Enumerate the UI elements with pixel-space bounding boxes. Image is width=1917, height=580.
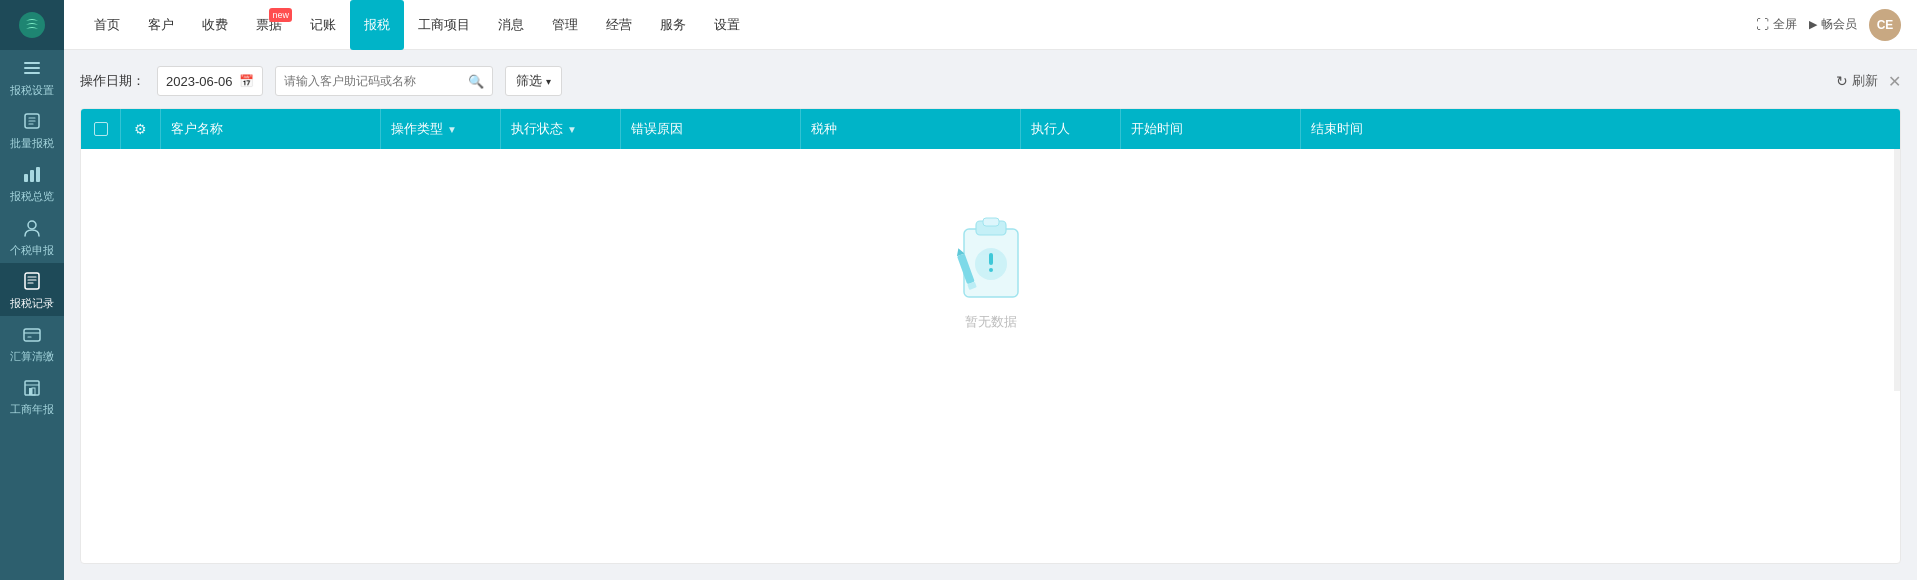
select-all-checkbox[interactable]: [94, 122, 108, 136]
svg-rect-1: [24, 62, 40, 64]
building-icon: [22, 377, 42, 400]
svg-rect-10: [24, 329, 40, 341]
svg-rect-5: [24, 174, 28, 182]
date-value: 2023-06-06: [166, 74, 233, 89]
play-icon: ▶: [1809, 18, 1817, 31]
svg-point-0: [19, 12, 45, 38]
nav-fuwu[interactable]: 服务: [646, 0, 700, 50]
svg-rect-19: [989, 268, 993, 272]
sidebar-item-geshuishenbao[interactable]: 个税申报: [0, 210, 64, 263]
app-logo: [0, 0, 64, 50]
nav-jingying[interactable]: 经营: [592, 0, 646, 50]
nav-shezhi[interactable]: 设置: [700, 0, 754, 50]
payment-icon: [22, 324, 42, 347]
nav-baoshui[interactable]: 报税: [350, 0, 404, 50]
sidebar-item-baoshui-zonlan[interactable]: 报税总览: [0, 156, 64, 209]
user-avatar[interactable]: CE: [1869, 9, 1901, 41]
svg-rect-3: [24, 72, 40, 74]
sidebar-item-baoshui-shezhi[interactable]: 报税设置: [0, 50, 64, 103]
search-icon[interactable]: 🔍: [468, 74, 484, 89]
table-container: ⚙ 客户名称 操作类型 ▼ 执行状态 ▼ 错误原因 税种: [80, 108, 1901, 564]
search-input[interactable]: [284, 74, 464, 88]
nav-piaoju[interactable]: 票据 new: [242, 0, 296, 50]
topnav-right: ⛶ 全屏 ▶ 畅会员 CE: [1756, 9, 1901, 41]
th-tax-type: 税种: [801, 109, 1021, 149]
sidebar-item-label: 报税总览: [10, 190, 54, 203]
member-button[interactable]: ▶ 畅会员: [1809, 16, 1857, 33]
date-picker[interactable]: 2023-06-06 📅: [157, 66, 263, 96]
sidebar-item-baoshui-jilu[interactable]: 报税记录: [0, 263, 64, 316]
fullscreen-button[interactable]: ⛶ 全屏: [1756, 16, 1797, 33]
sidebar-item-label: 批量报税: [10, 137, 54, 150]
person-icon: [22, 218, 42, 241]
nav-jizhang[interactable]: 记账: [296, 0, 350, 50]
th-checkbox[interactable]: [81, 109, 121, 149]
sidebar: 报税设置 批量报税 报税总览 个税申报 报税记录 汇算清缴 工商: [0, 0, 64, 580]
svg-rect-6: [30, 170, 34, 182]
table-body: 暂无数据: [81, 149, 1900, 391]
sidebar-item-gongshang-nianbao[interactable]: 工商年报: [0, 369, 64, 422]
content-area: 操作日期： 2023-06-06 📅 🔍 筛选 ▾ ↻ 刷新 ✕: [64, 50, 1917, 580]
filter-button[interactable]: 筛选 ▾: [505, 66, 562, 96]
batch-icon: [22, 111, 42, 134]
th-customer-name: 客户名称: [161, 109, 381, 149]
sidebar-item-huisuan-jiaona[interactable]: 汇算清缴: [0, 316, 64, 369]
th-start-time: 开始时间: [1121, 109, 1301, 149]
svg-rect-18: [989, 253, 993, 265]
toolbar: 操作日期： 2023-06-06 📅 🔍 筛选 ▾ ↻ 刷新 ✕: [80, 66, 1901, 96]
overview-icon: [22, 164, 42, 187]
empty-state: 暂无数据: [81, 149, 1900, 391]
sidebar-item-piliang-baoshui[interactable]: 批量报税: [0, 103, 64, 156]
empty-illustration: [946, 209, 1036, 309]
sidebar-item-label: 工商年报: [10, 403, 54, 416]
gear-icon: ⚙: [134, 121, 147, 137]
main-area: 首页 客户 收费 票据 new 记账 报税 工商项目 消息 管理 经营 服务 设…: [64, 0, 1917, 580]
th-error-reason: 错误原因: [621, 109, 801, 149]
calendar-icon: 📅: [239, 74, 254, 88]
refresh-icon: ↻: [1836, 73, 1848, 89]
empty-text: 暂无数据: [965, 313, 1017, 331]
close-button[interactable]: ✕: [1888, 72, 1901, 91]
refresh-button[interactable]: ↻ 刷新: [1836, 72, 1878, 90]
new-badge: new: [269, 8, 292, 22]
svg-rect-13: [32, 388, 35, 395]
date-label: 操作日期：: [80, 72, 145, 90]
filter-label: 筛选: [516, 72, 542, 90]
fullscreen-icon: ⛶: [1756, 17, 1769, 32]
sort-icon: ▼: [447, 124, 457, 135]
nav-guanli[interactable]: 管理: [538, 0, 592, 50]
svg-rect-16: [983, 218, 999, 226]
th-executor: 执行人: [1021, 109, 1121, 149]
settings-icon: [22, 58, 42, 81]
th-settings[interactable]: ⚙: [121, 109, 161, 149]
sidebar-item-label: 个税申报: [10, 244, 54, 257]
svg-rect-2: [24, 67, 40, 69]
sidebar-item-label: 汇算清缴: [10, 350, 54, 363]
nav-customer[interactable]: 客户: [134, 0, 188, 50]
svg-rect-9: [25, 273, 39, 289]
nav-homepage[interactable]: 首页: [80, 0, 134, 50]
nav-gongshang-xiangmu[interactable]: 工商项目: [404, 0, 484, 50]
chevron-down-icon: ▾: [546, 76, 551, 87]
nav-xiaoxi[interactable]: 消息: [484, 0, 538, 50]
sidebar-item-label: 报税设置: [10, 84, 54, 97]
table-header: ⚙ 客户名称 操作类型 ▼ 执行状态 ▼ 错误原因 税种: [81, 109, 1900, 149]
sort-icon: ▼: [567, 124, 577, 135]
th-operation-type: 操作类型 ▼: [381, 109, 501, 149]
scrollbar-track[interactable]: [1894, 149, 1900, 391]
svg-rect-7: [36, 167, 40, 182]
th-exec-status: 执行状态 ▼: [501, 109, 621, 149]
toolbar-right: ↻ 刷新 ✕: [1836, 72, 1901, 91]
search-box: 🔍: [275, 66, 493, 96]
nav-shoufei[interactable]: 收费: [188, 0, 242, 50]
th-end-time: 结束时间: [1301, 109, 1461, 149]
record-icon: [22, 271, 42, 294]
sidebar-item-label: 报税记录: [10, 297, 54, 310]
svg-point-8: [28, 221, 36, 229]
topnav: 首页 客户 收费 票据 new 记账 报税 工商项目 消息 管理 经营 服务 设…: [64, 0, 1917, 50]
